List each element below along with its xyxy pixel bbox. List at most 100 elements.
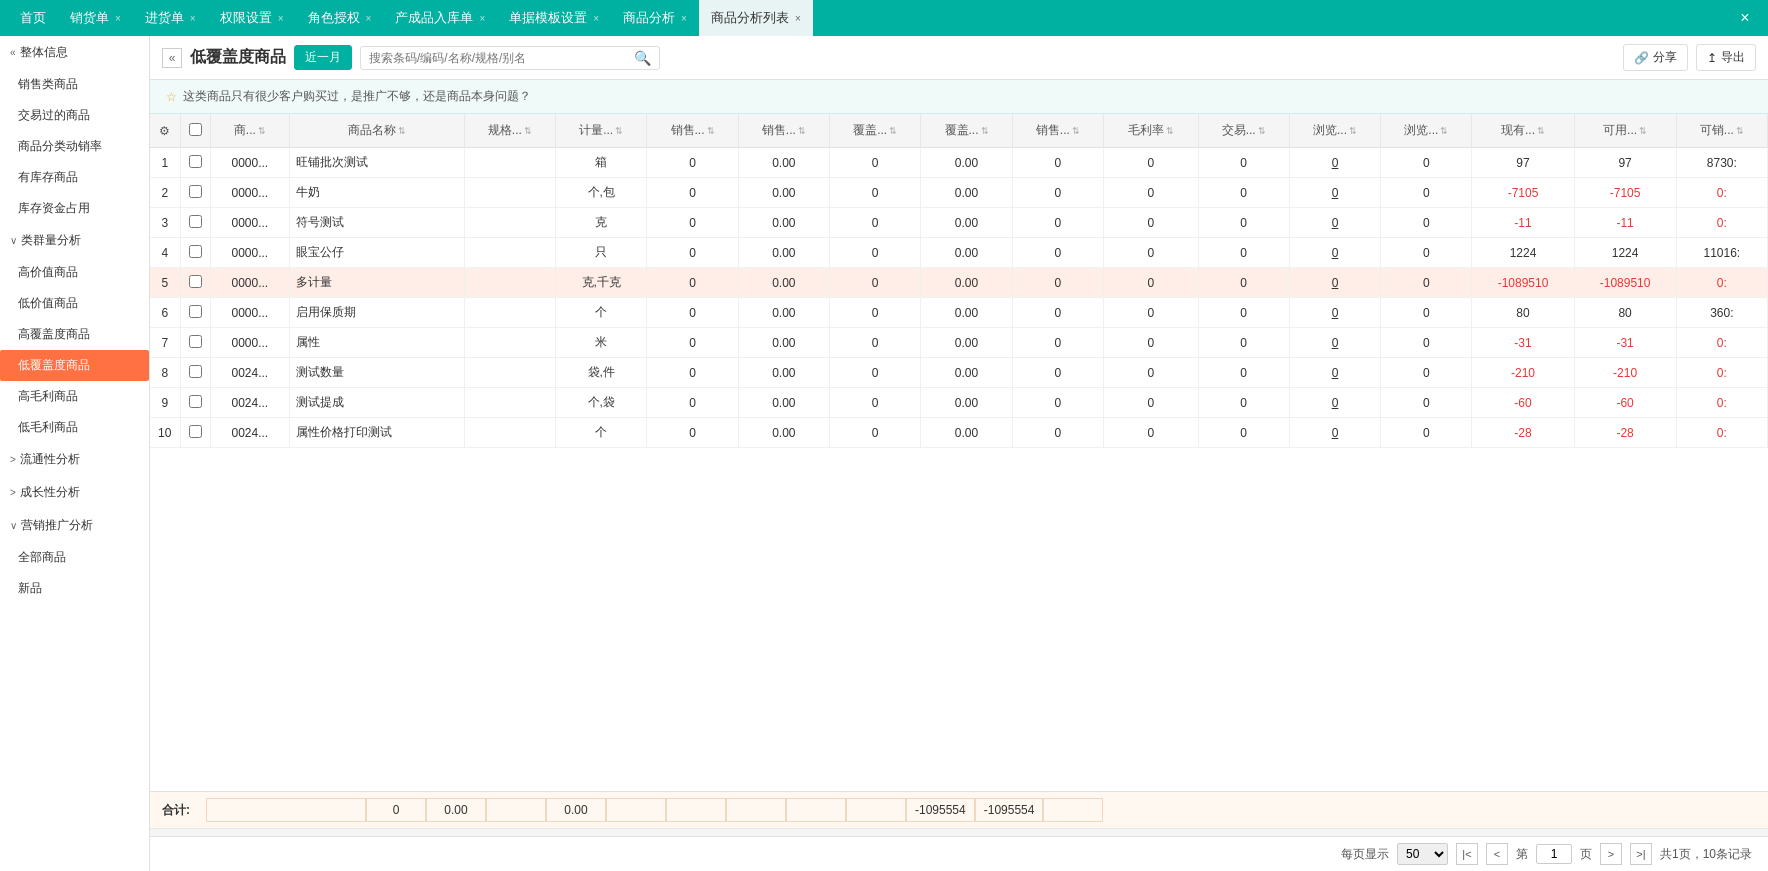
cell-browse1[interactable]: 0 bbox=[1289, 238, 1380, 268]
nav-product-warehouse[interactable]: 产成品入库单 × bbox=[383, 0, 497, 36]
col-browse1[interactable]: 浏览...⇅ bbox=[1289, 114, 1380, 148]
cell-checkbox[interactable] bbox=[180, 358, 210, 388]
cell-sales2: 0.00 bbox=[738, 358, 829, 388]
close-icon[interactable]: × bbox=[366, 13, 372, 24]
sidebar-item-stock-goods[interactable]: 有库存商品 bbox=[0, 162, 149, 193]
col-code[interactable]: 商...⇅ bbox=[210, 114, 290, 148]
close-icon[interactable]: × bbox=[681, 13, 687, 24]
cell-checkbox[interactable] bbox=[180, 298, 210, 328]
close-icon[interactable]: × bbox=[190, 13, 196, 24]
col-trade[interactable]: 交易...⇅ bbox=[1198, 114, 1289, 148]
sidebar-item-sales-goods[interactable]: 销售类商品 bbox=[0, 69, 149, 100]
sidebar-item-high-coverage[interactable]: 高覆盖度商品 bbox=[0, 319, 149, 350]
search-input[interactable] bbox=[369, 51, 634, 65]
cell-checkbox[interactable] bbox=[180, 268, 210, 298]
sidebar-item-traded-goods[interactable]: 交易过的商品 bbox=[0, 100, 149, 131]
cell-name: 启用保质期 bbox=[290, 298, 465, 328]
cell-sales3: 0 bbox=[1012, 178, 1103, 208]
next-page-button[interactable]: > bbox=[1600, 843, 1622, 865]
cell-checkbox[interactable] bbox=[180, 178, 210, 208]
prev-page-button[interactable]: < bbox=[1486, 843, 1508, 865]
sidebar-item-low-profit[interactable]: 低毛利商品 bbox=[0, 412, 149, 443]
col-sales1[interactable]: 销售...⇅ bbox=[647, 114, 738, 148]
col-unit[interactable]: 计量...⇅ bbox=[556, 114, 647, 148]
col-sales3[interactable]: 销售...⇅ bbox=[1012, 114, 1103, 148]
sidebar-section-marketing[interactable]: ∨ 营销推广分析 bbox=[0, 509, 149, 542]
cell-trade: 0 bbox=[1198, 178, 1289, 208]
cell-browse1[interactable]: 0 bbox=[1289, 388, 1380, 418]
nav-product-analysis-list[interactable]: 商品分析列表 × bbox=[699, 0, 813, 36]
cell-browse1[interactable]: 0 bbox=[1289, 418, 1380, 448]
cell-code: 0024... bbox=[210, 358, 290, 388]
col-spec[interactable]: 规格...⇅ bbox=[464, 114, 555, 148]
collapse-sidebar-icon[interactable]: « bbox=[10, 47, 16, 58]
col-sales2[interactable]: 销售...⇅ bbox=[738, 114, 829, 148]
col-available[interactable]: 可用...⇅ bbox=[1574, 114, 1676, 148]
col-gross-rate[interactable]: 毛利率⇅ bbox=[1104, 114, 1199, 148]
search-icon[interactable]: 🔍 bbox=[634, 50, 651, 66]
select-all-checkbox[interactable] bbox=[189, 123, 202, 136]
cell-checkbox[interactable] bbox=[180, 328, 210, 358]
cell-checkbox[interactable] bbox=[180, 388, 210, 418]
cell-browse1[interactable]: 0 bbox=[1289, 298, 1380, 328]
nav-role-auth[interactable]: 角色授权 × bbox=[296, 0, 384, 36]
col-name[interactable]: 商品名称⇅ bbox=[290, 114, 465, 148]
cell-current: -60 bbox=[1472, 388, 1574, 418]
sidebar-item-high-profit[interactable]: 高毛利商品 bbox=[0, 381, 149, 412]
cell-browse1[interactable]: 0 bbox=[1289, 178, 1380, 208]
col-cover2[interactable]: 覆盖...⇅ bbox=[921, 114, 1012, 148]
filter-recent-month-button[interactable]: 近一月 bbox=[294, 45, 352, 70]
col-settings[interactable]: ⚙ bbox=[150, 114, 180, 148]
col-saleable[interactable]: 可销...⇅ bbox=[1676, 114, 1767, 148]
sidebar-item-low-value[interactable]: 低价值商品 bbox=[0, 288, 149, 319]
sidebar-section-category[interactable]: ∨ 类群量分析 bbox=[0, 224, 149, 257]
page-number-input[interactable] bbox=[1536, 844, 1572, 864]
share-button[interactable]: 🔗 分享 bbox=[1623, 44, 1688, 71]
col-current[interactable]: 现有...⇅ bbox=[1472, 114, 1574, 148]
nav-permission-settings[interactable]: 权限设置 × bbox=[208, 0, 296, 36]
nav-home[interactable]: 首页 bbox=[8, 0, 58, 36]
cell-browse1[interactable]: 0 bbox=[1289, 268, 1380, 298]
cell-browse1[interactable]: 0 bbox=[1289, 208, 1380, 238]
export-button[interactable]: ↥ 导出 bbox=[1696, 44, 1756, 71]
close-icon[interactable]: × bbox=[479, 13, 485, 24]
last-page-button[interactable]: >| bbox=[1630, 843, 1652, 865]
nav-template-settings[interactable]: 单据模板设置 × bbox=[497, 0, 611, 36]
col-browse2[interactable]: 浏览...⇅ bbox=[1381, 114, 1472, 148]
sidebar-item-stock-capital[interactable]: 库存资金占用 bbox=[0, 193, 149, 224]
cell-cover1: 0 bbox=[830, 208, 921, 238]
close-icon[interactable]: × bbox=[795, 13, 801, 24]
nav-product-analysis[interactable]: 商品分析 × bbox=[611, 0, 699, 36]
cell-checkbox[interactable] bbox=[180, 418, 210, 448]
close-icon[interactable]: × bbox=[593, 13, 599, 24]
cell-browse1[interactable]: 0 bbox=[1289, 328, 1380, 358]
close-icon[interactable]: × bbox=[115, 13, 121, 24]
close-icon[interactable]: × bbox=[278, 13, 284, 24]
sidebar-item-category-rate[interactable]: 商品分类动销率 bbox=[0, 131, 149, 162]
cell-checkbox[interactable] bbox=[180, 238, 210, 268]
sidebar-section-circulation[interactable]: > 流通性分析 bbox=[0, 443, 149, 476]
sidebar-item-new-goods[interactable]: 新品 bbox=[0, 573, 149, 604]
cell-sales1: 0 bbox=[647, 298, 738, 328]
sidebar-item-all-goods[interactable]: 全部商品 bbox=[0, 542, 149, 573]
first-page-button[interactable]: |< bbox=[1456, 843, 1478, 865]
collapse-button[interactable]: « bbox=[162, 48, 182, 68]
sidebar-section-marketing-label: 营销推广分析 bbox=[21, 517, 93, 534]
cell-checkbox[interactable] bbox=[180, 208, 210, 238]
cell-available: -28 bbox=[1574, 418, 1676, 448]
sidebar-section-growth[interactable]: > 成长性分析 bbox=[0, 476, 149, 509]
sidebar-section-overall[interactable]: « 整体信息 bbox=[0, 36, 149, 69]
info-star-icon: ☆ bbox=[166, 90, 177, 104]
window-close-button[interactable]: × bbox=[1730, 3, 1760, 33]
cell-browse1[interactable]: 0 bbox=[1289, 358, 1380, 388]
per-page-select[interactable]: 50 10 20 100 bbox=[1397, 843, 1448, 865]
nav-sales-order[interactable]: 销货单 × bbox=[58, 0, 133, 36]
sidebar-item-low-coverage[interactable]: 低覆盖度商品 bbox=[0, 350, 149, 381]
sidebar-item-high-value[interactable]: 高价值商品 bbox=[0, 257, 149, 288]
cell-checkbox[interactable] bbox=[180, 148, 210, 178]
col-cover1[interactable]: 覆盖...⇅ bbox=[830, 114, 921, 148]
nav-purchase-order[interactable]: 进货单 × bbox=[133, 0, 208, 36]
cell-available: -7105 bbox=[1574, 178, 1676, 208]
horizontal-scrollbar[interactable] bbox=[150, 828, 1768, 836]
cell-browse1[interactable]: 0 bbox=[1289, 148, 1380, 178]
